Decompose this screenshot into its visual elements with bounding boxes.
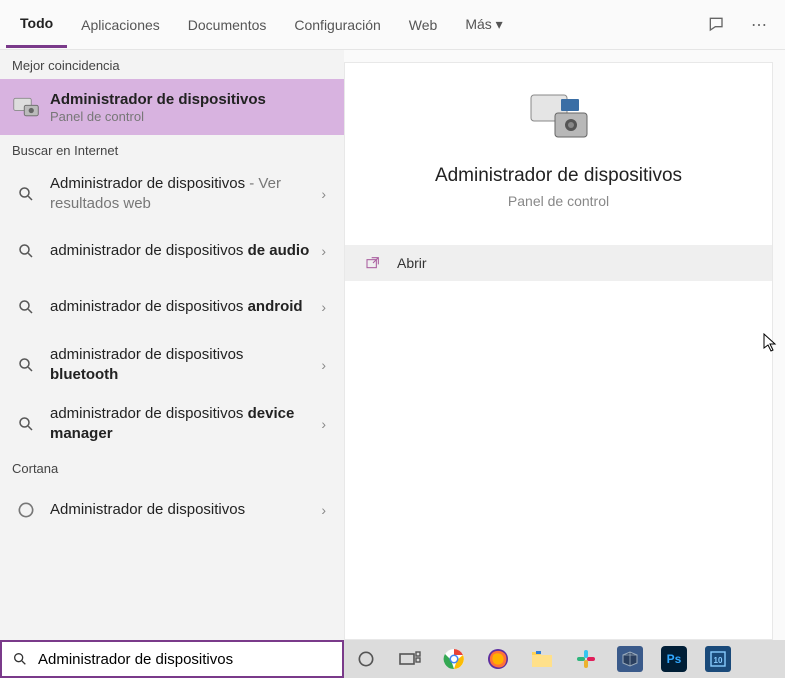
result-cortana[interactable]: Administrador de dispositivos › xyxy=(0,482,344,538)
result-web-4[interactable]: administrador de dispositivos device man… xyxy=(0,394,344,453)
search-icon xyxy=(12,180,40,208)
svg-text:10: 10 xyxy=(714,656,723,665)
device-manager-icon xyxy=(12,93,40,121)
app-photoshop[interactable]: Ps xyxy=(652,640,696,678)
cursor-icon xyxy=(763,333,779,353)
chevron-right-icon: › xyxy=(315,186,332,202)
result-web-1[interactable]: administrador de dispositivos de audio › xyxy=(0,223,344,279)
search-input[interactable] xyxy=(38,651,332,668)
app-chrome[interactable] xyxy=(432,640,476,678)
tab-apps[interactable]: Aplicaciones xyxy=(67,3,174,47)
search-icon xyxy=(12,351,40,379)
results-list: Mejor coincidencia Administrador de disp… xyxy=(0,50,344,640)
app-slack[interactable] xyxy=(564,640,608,678)
taskbar-search[interactable] xyxy=(0,640,344,678)
result-title: administrador de dispositivos bluetooth xyxy=(50,345,315,384)
result-title: Administrador de dispositivos - Ver resu… xyxy=(50,174,315,213)
app-virtualbox[interactable] xyxy=(608,640,652,678)
cortana-icon xyxy=(12,496,40,524)
result-best-match[interactable]: Administrador de dispositivos Panel de c… xyxy=(0,79,344,135)
chevron-right-icon: › xyxy=(315,243,332,259)
task-view-button[interactable] xyxy=(388,640,432,678)
action-label: Abrir xyxy=(397,255,427,271)
section-internet: Buscar en Internet xyxy=(0,135,344,164)
action-open[interactable]: Abrir xyxy=(345,245,772,281)
search-icon xyxy=(12,410,40,438)
search-icon xyxy=(12,651,28,667)
chevron-right-icon: › xyxy=(315,357,332,373)
feedback-icon[interactable] xyxy=(695,5,739,45)
result-web-0[interactable]: Administrador de dispositivos - Ver resu… xyxy=(0,164,344,223)
open-icon xyxy=(365,255,381,271)
chevron-right-icon: › xyxy=(315,416,332,432)
result-web-3[interactable]: administrador de dispositivos bluetooth … xyxy=(0,335,344,394)
app-explorer[interactable] xyxy=(520,640,564,678)
result-title: administrador de dispositivos android xyxy=(50,297,315,317)
result-subtitle: Panel de control xyxy=(50,109,332,124)
app-firefox[interactable] xyxy=(476,640,520,678)
tab-all[interactable]: Todo xyxy=(6,1,67,48)
chevron-right-icon: › xyxy=(315,299,332,315)
cortana-button[interactable] xyxy=(344,640,388,678)
result-title: administrador de dispositivos device man… xyxy=(50,404,315,443)
preview-subtitle: Panel de control xyxy=(508,193,609,209)
app-generic[interactable]: 10 xyxy=(696,640,740,678)
search-icon xyxy=(12,293,40,321)
section-cortana: Cortana xyxy=(0,453,344,482)
result-web-2[interactable]: administrador de dispositivos android › xyxy=(0,279,344,335)
tab-settings[interactable]: Configuración xyxy=(280,3,394,47)
result-title: administrador de dispositivos de audio xyxy=(50,241,315,261)
preview-title: Administrador de dispositivos xyxy=(435,165,682,187)
search-tabs: Todo Aplicaciones Documentos Configuraci… xyxy=(0,0,785,50)
section-best-match: Mejor coincidencia xyxy=(0,50,344,79)
search-icon xyxy=(12,237,40,265)
taskbar: Ps 10 xyxy=(0,640,785,678)
chevron-down-icon: ▾ xyxy=(496,16,503,32)
device-manager-large-icon xyxy=(527,91,591,143)
result-title: Administrador de dispositivos xyxy=(50,90,332,110)
result-title: Administrador de dispositivos xyxy=(50,500,315,520)
tab-more[interactable]: Más ▾ xyxy=(451,2,516,47)
tab-web[interactable]: Web xyxy=(395,3,452,47)
more-options-icon[interactable]: ⋯ xyxy=(739,5,779,45)
chevron-right-icon: › xyxy=(315,502,332,518)
preview-pane: Administrador de dispositivos Panel de c… xyxy=(344,62,773,640)
tab-documents[interactable]: Documentos xyxy=(174,3,281,47)
